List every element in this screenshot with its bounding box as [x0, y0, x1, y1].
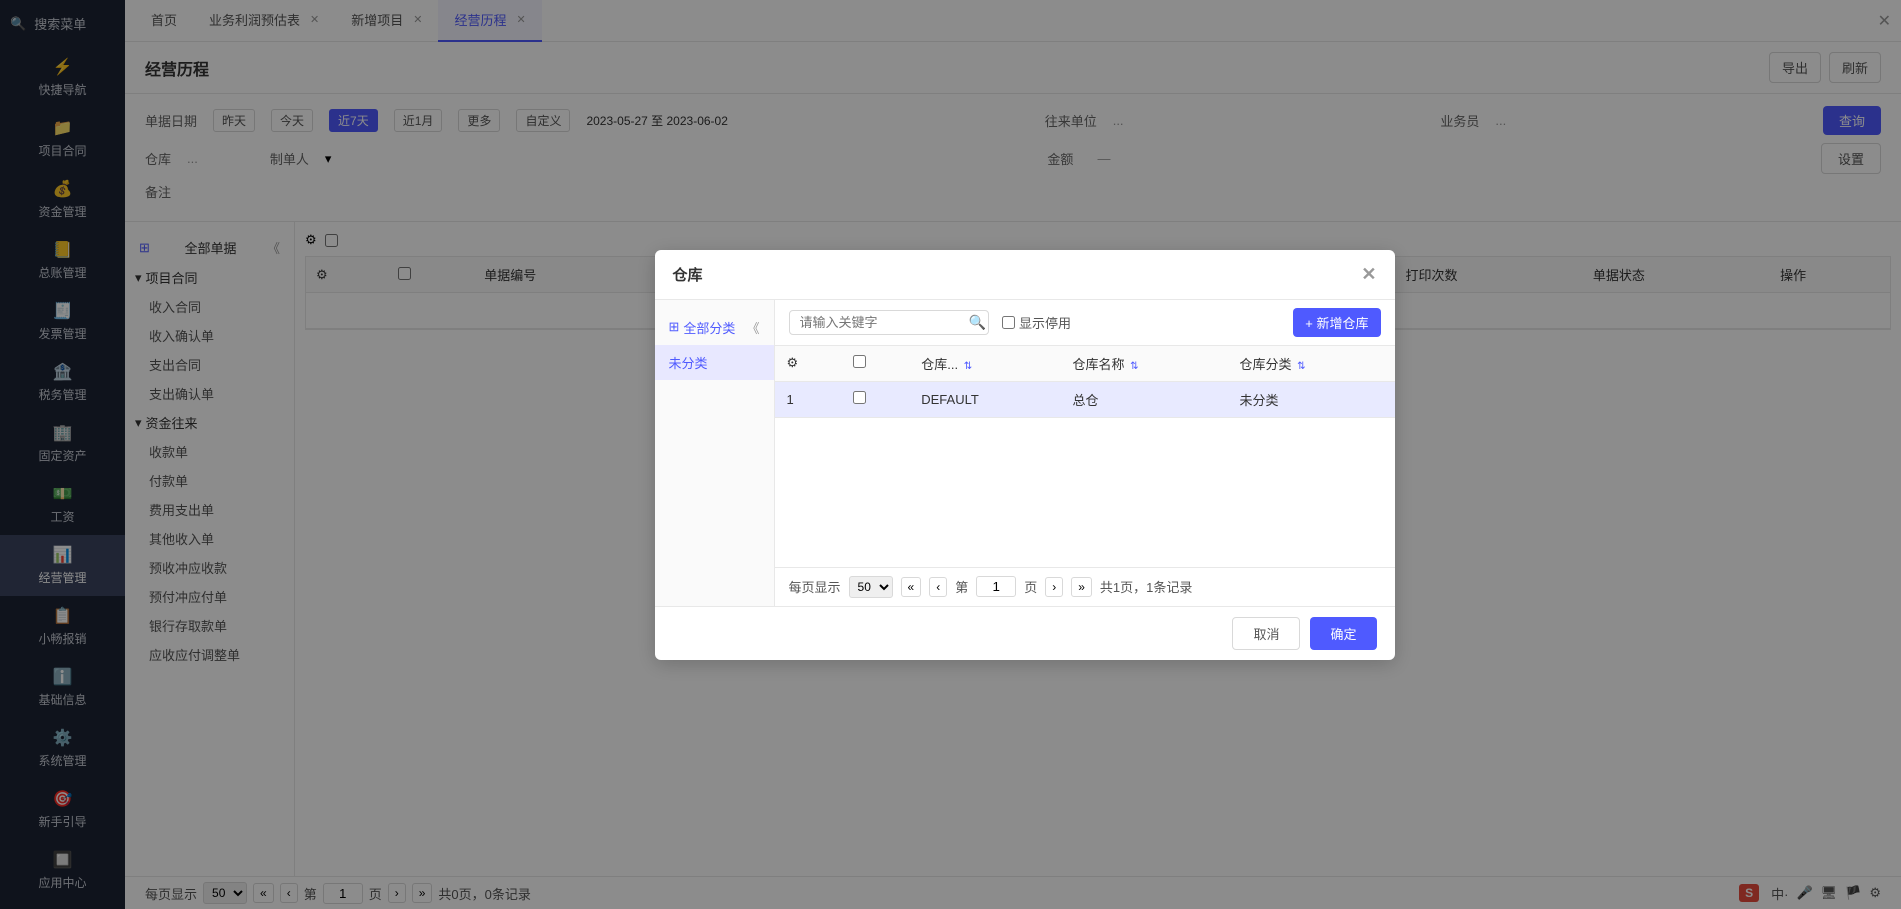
modal-page-suffix: 页: [1024, 577, 1037, 596]
modal-toolbar: 🔍 显示停用 + 新增仓库: [775, 300, 1395, 346]
modal-col-settings[interactable]: ⚙: [775, 346, 841, 382]
row-name: 总仓: [1061, 381, 1228, 417]
modal-search-btn[interactable]: 🔍: [969, 314, 986, 331]
modal-cancel-btn[interactable]: 取消: [1232, 617, 1300, 650]
modal-total-info: 共1页，1条记录: [1100, 577, 1192, 596]
row-category: 未分类: [1228, 381, 1395, 417]
modal-last-page[interactable]: »: [1071, 577, 1092, 597]
modal-per-page-label: 每页显示: [789, 577, 841, 596]
modal-footer: 取消 确定: [655, 606, 1395, 660]
show-disabled-checkbox[interactable]: [1002, 316, 1015, 329]
add-warehouse-btn[interactable]: + 新增仓库: [1293, 308, 1380, 337]
modal-prev-page[interactable]: ‹: [929, 577, 947, 597]
modal-col-checkbox: [841, 346, 910, 382]
modal-close-btn[interactable]: ✕: [1361, 264, 1376, 285]
warehouse-modal: 仓库 ✕ ⊞ 全部分类 《 未分类 🔍 显示停用 + 新增仓库: [655, 250, 1395, 660]
modal-title: 仓库: [673, 264, 703, 285]
modal-col-name: 仓库名称 ⇅: [1061, 346, 1228, 382]
modal-body: ⊞ 全部分类 《 未分类 🔍 显示停用 + 新增仓库: [655, 300, 1395, 606]
show-disabled-label: 显示停用: [1002, 313, 1071, 332]
modal-category-unclassified[interactable]: 未分类: [655, 345, 774, 380]
row-check[interactable]: [853, 391, 866, 404]
row-index: 1: [775, 381, 841, 417]
modal-table: ⚙ 仓库... ⇅ 仓库名称 ⇅ 仓库分类 ⇅ 1 DEFAULT 总仓: [775, 346, 1395, 567]
modal-pagination: 每页显示 50 « ‹ 第 页 › » 共1页，1条记录: [775, 567, 1395, 606]
modal-page-label: 第: [955, 577, 968, 596]
modal-per-page-select[interactable]: 50: [849, 576, 893, 598]
modal-header: 仓库 ✕: [655, 250, 1395, 300]
modal-left-panel: ⊞ 全部分类 《 未分类: [655, 300, 775, 606]
modal-all-category: 全部分类: [683, 318, 735, 337]
grid-icon2: ⊞: [669, 319, 680, 335]
modal-first-page[interactable]: «: [901, 577, 922, 597]
modal-col-category: 仓库分类 ⇅: [1228, 346, 1395, 382]
modal-header-checkbox[interactable]: [853, 355, 866, 368]
modal-confirm-btn[interactable]: 确定: [1310, 617, 1376, 650]
table-row[interactable]: 1 DEFAULT 总仓 未分类: [775, 381, 1395, 417]
modal-page-input[interactable]: [976, 576, 1016, 597]
row-checkbox[interactable]: [841, 381, 910, 417]
modal-search-input[interactable]: [789, 310, 989, 335]
modal-left-collapse-btn[interactable]: 《: [746, 318, 759, 337]
modal-next-page[interactable]: ›: [1045, 577, 1063, 597]
modal-right-panel: 🔍 显示停用 + 新增仓库 ⚙ 仓库... ⇅ 仓库名称 ⇅: [775, 300, 1395, 606]
row-code: DEFAULT: [909, 381, 1060, 417]
modal-left-header[interactable]: ⊞ 全部分类 《: [655, 310, 774, 345]
modal-col-code: 仓库... ⇅: [909, 346, 1060, 382]
